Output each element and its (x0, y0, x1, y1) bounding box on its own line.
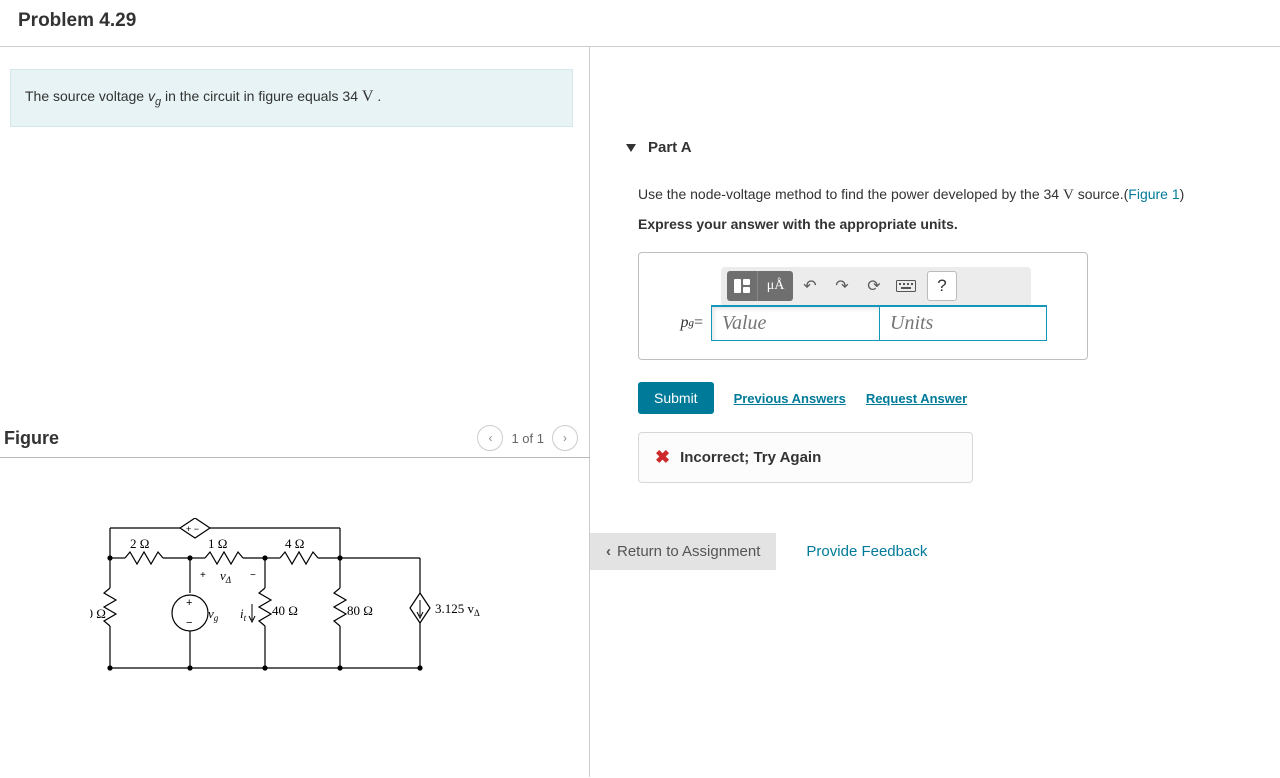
caret-down-icon (626, 144, 636, 152)
feedback-box: ✖ Incorrect; Try Again (638, 432, 973, 483)
actions-row: Submit Previous Answers Request Answer (638, 382, 1280, 414)
figure-link[interactable]: Figure 1 (1128, 186, 1179, 202)
figure-title: Figure (4, 428, 477, 449)
bottom-row: ‹ Return to Assignment Provide Feedback (590, 533, 1280, 570)
figure-nav: ‹ 1 of 1 › (477, 425, 578, 451)
part-a-prompt: Use the node-voltage method to find the … (638, 186, 1260, 204)
page-header: Problem 4.29 (0, 0, 1280, 47)
keyboard-icon[interactable] (891, 271, 921, 301)
part-a-title: Part A (648, 139, 692, 156)
info-prefix: The source voltage (25, 88, 148, 104)
pg-label: pg = (653, 305, 711, 341)
svg-text:+ −: + − (186, 524, 199, 534)
left-column: The source voltage vg in the circuit in … (0, 47, 590, 777)
answer-toolbar: μÅ ↶ ↷ ⟳ ? (721, 267, 1031, 305)
circuit-diagram: + − (90, 518, 590, 721)
help-button[interactable]: ? (927, 271, 957, 301)
svg-text:+: + (200, 570, 206, 581)
undo-button[interactable]: ↶ (795, 271, 825, 301)
problem-title: Problem 4.29 (18, 10, 1262, 32)
svg-text:−: − (186, 617, 192, 629)
feedback-text: Incorrect; Try Again (680, 449, 821, 466)
svg-text:+: + (186, 597, 192, 609)
figure-page-indicator: 1 of 1 (511, 431, 544, 446)
figure-header: Figure ‹ 1 of 1 › (0, 425, 590, 458)
svg-text:1 Ω: 1 Ω (208, 536, 227, 551)
previous-answers-link[interactable]: Previous Answers (734, 391, 846, 406)
redo-button[interactable]: ↷ (827, 271, 857, 301)
request-answer-link[interactable]: Request Answer (866, 391, 967, 406)
units-input[interactable] (879, 305, 1047, 341)
value-input[interactable] (711, 305, 879, 341)
figure-next-button[interactable]: › (552, 425, 578, 451)
right-column: Part A Use the node-voltage method to fi… (590, 47, 1280, 777)
part-a-header[interactable]: Part A (590, 117, 1280, 156)
info-unit: V (362, 88, 374, 105)
svg-text:2 Ω: 2 Ω (130, 536, 149, 551)
templates-icon[interactable] (727, 271, 757, 301)
svg-text:vg: vg (208, 606, 219, 623)
svg-text:20 Ω: 20 Ω (90, 606, 106, 621)
answer-box: μÅ ↶ ↷ ⟳ ? pg = (638, 252, 1088, 360)
info-mid: in the circuit in figure equals 34 (161, 88, 362, 104)
info-suffix: . (373, 88, 381, 104)
svg-text:−: − (250, 570, 256, 581)
part-a-instruction: Express your answer with the appropriate… (638, 216, 1260, 232)
svg-text:4 Ω: 4 Ω (285, 536, 304, 551)
info-var: v (148, 88, 155, 104)
svg-text:40 Ω: 40 Ω (272, 603, 298, 618)
svg-text:80 Ω: 80 Ω (347, 603, 373, 618)
reset-button[interactable]: ⟳ (859, 271, 889, 301)
svg-text:3.125 vΔ: 3.125 vΔ (435, 601, 480, 618)
mu-angstrom-button[interactable]: μÅ (757, 271, 793, 301)
svg-text:vΔ: vΔ (220, 568, 231, 585)
submit-button[interactable]: Submit (638, 382, 714, 414)
problem-statement: The source voltage vg in the circuit in … (10, 69, 573, 127)
chevron-left-icon: ‹ (606, 543, 611, 560)
figure-prev-button[interactable]: ‹ (477, 425, 503, 451)
return-button[interactable]: ‹ Return to Assignment (590, 533, 776, 570)
svg-text:it: it (240, 606, 247, 623)
incorrect-icon: ✖ (655, 447, 670, 468)
provide-feedback-link[interactable]: Provide Feedback (806, 543, 927, 560)
